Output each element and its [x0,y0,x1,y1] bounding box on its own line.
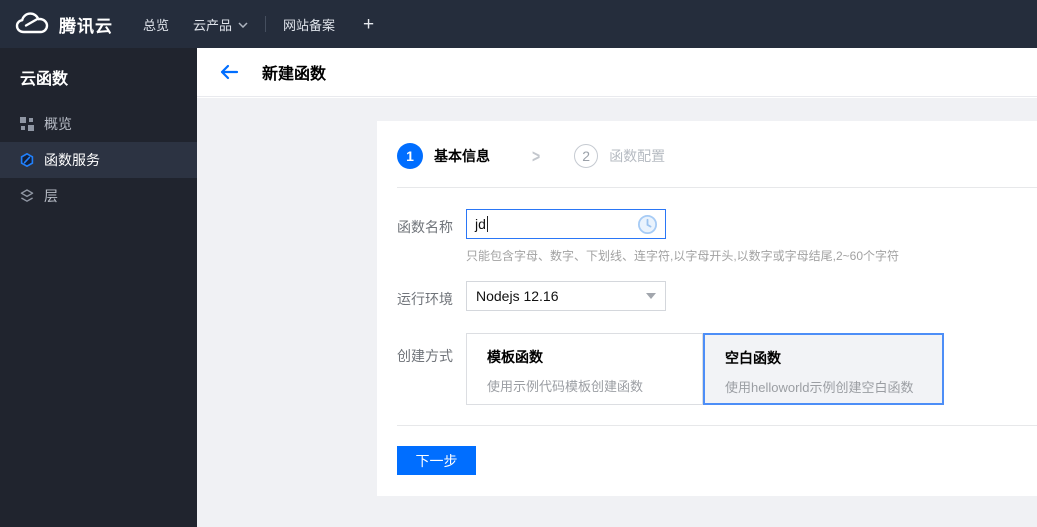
text-cursor [486,216,488,232]
sidebar: 云函数 概览 函数服务 层 [0,48,197,527]
sidebar-item-overview[interactable]: 概览 [0,106,197,142]
grid-icon [20,117,34,131]
scf-hexagon-icon [20,152,34,168]
step-separator-chevron-icon: > [532,145,541,167]
method-card-desc: 使用helloworld示例创建空白函数 [725,380,914,395]
cloud-logo-icon [14,11,50,37]
nav-divider [265,16,267,32]
chevron-down-icon [238,16,248,31]
nav-cloud-products[interactable]: 云产品 [193,15,248,34]
sidebar-item-label: 层 [44,188,58,204]
create-function-panel: 1 基本信息 > 2 函数配置 函数名称 jd 只能包含字母、数字、下划线、连字… [377,121,1037,496]
step-indicator: 1 基本信息 > 2 函数配置 [397,143,665,169]
step-2-circle: 2 [574,144,599,168]
creation-method-label: 创建方式 [397,348,453,364]
nav-overview[interactable]: 总览 [143,15,169,34]
top-nav-items: 总览 云产品 网站备案 + [143,15,374,34]
layers-icon [20,189,34,203]
method-card-blank-function-selected[interactable]: 空白函数 使用helloworld示例创建空白函数 [703,333,944,405]
function-name-hint: 只能包含字母、数字、下划线、连字符,以字母开头,以数字或字母结尾,2~60个字符 [466,249,900,263]
step-1-circle: 1 [397,143,423,169]
back-arrow-icon [220,64,239,80]
add-nav-tab-button[interactable]: + [363,15,374,34]
sidebar-item-function-service[interactable]: 函数服务 [0,142,197,178]
sidebar-item-label: 概览 [44,116,72,132]
nav-icp-filing[interactable]: 网站备案 [283,15,335,34]
runtime-label: 运行环境 [397,291,453,307]
runtime-selected-value: Nodejs 12.16 [476,288,559,304]
method-card-desc: 使用示例代码模板创建函数 [487,379,644,394]
method-card-template-function[interactable]: 模板函数 使用示例代码模板创建函数 [466,333,703,405]
select-caret-icon [646,293,656,299]
page-title: 新建函数 [262,66,327,83]
tencent-cloud-logo[interactable]: 腾讯云 [14,11,113,37]
runtime-select[interactable]: Nodejs 12.16 [466,281,666,311]
content-area: 1 基本信息 > 2 函数配置 函数名称 jd 只能包含字母、数字、下划线、连字… [197,98,1037,527]
divider [397,425,1037,426]
validation-clock-icon [637,214,658,240]
top-navigation-bar: 腾讯云 总览 云产品 网站备案 + [0,0,1037,48]
page-header: 新建函数 [197,48,1037,97]
function-name-label: 函数名称 [397,219,453,235]
sidebar-item-layers[interactable]: 层 [0,178,197,214]
function-name-input[interactable]: jd [466,209,666,239]
sidebar-menu: 概览 函数服务 层 [0,106,197,214]
next-step-button[interactable]: 下一步 [397,446,476,475]
sidebar-product-title: 云函数 [20,71,69,88]
method-card-title: 空白函数 [725,350,781,366]
back-button[interactable] [219,64,239,80]
brand-name: 腾讯云 [59,16,113,36]
method-card-title: 模板函数 [487,349,543,365]
step-1-label: 基本信息 [434,148,490,164]
function-name-value: jd [475,216,486,232]
sidebar-item-label: 函数服务 [44,152,100,168]
divider [397,187,1037,188]
step-2-label: 函数配置 [609,148,666,164]
